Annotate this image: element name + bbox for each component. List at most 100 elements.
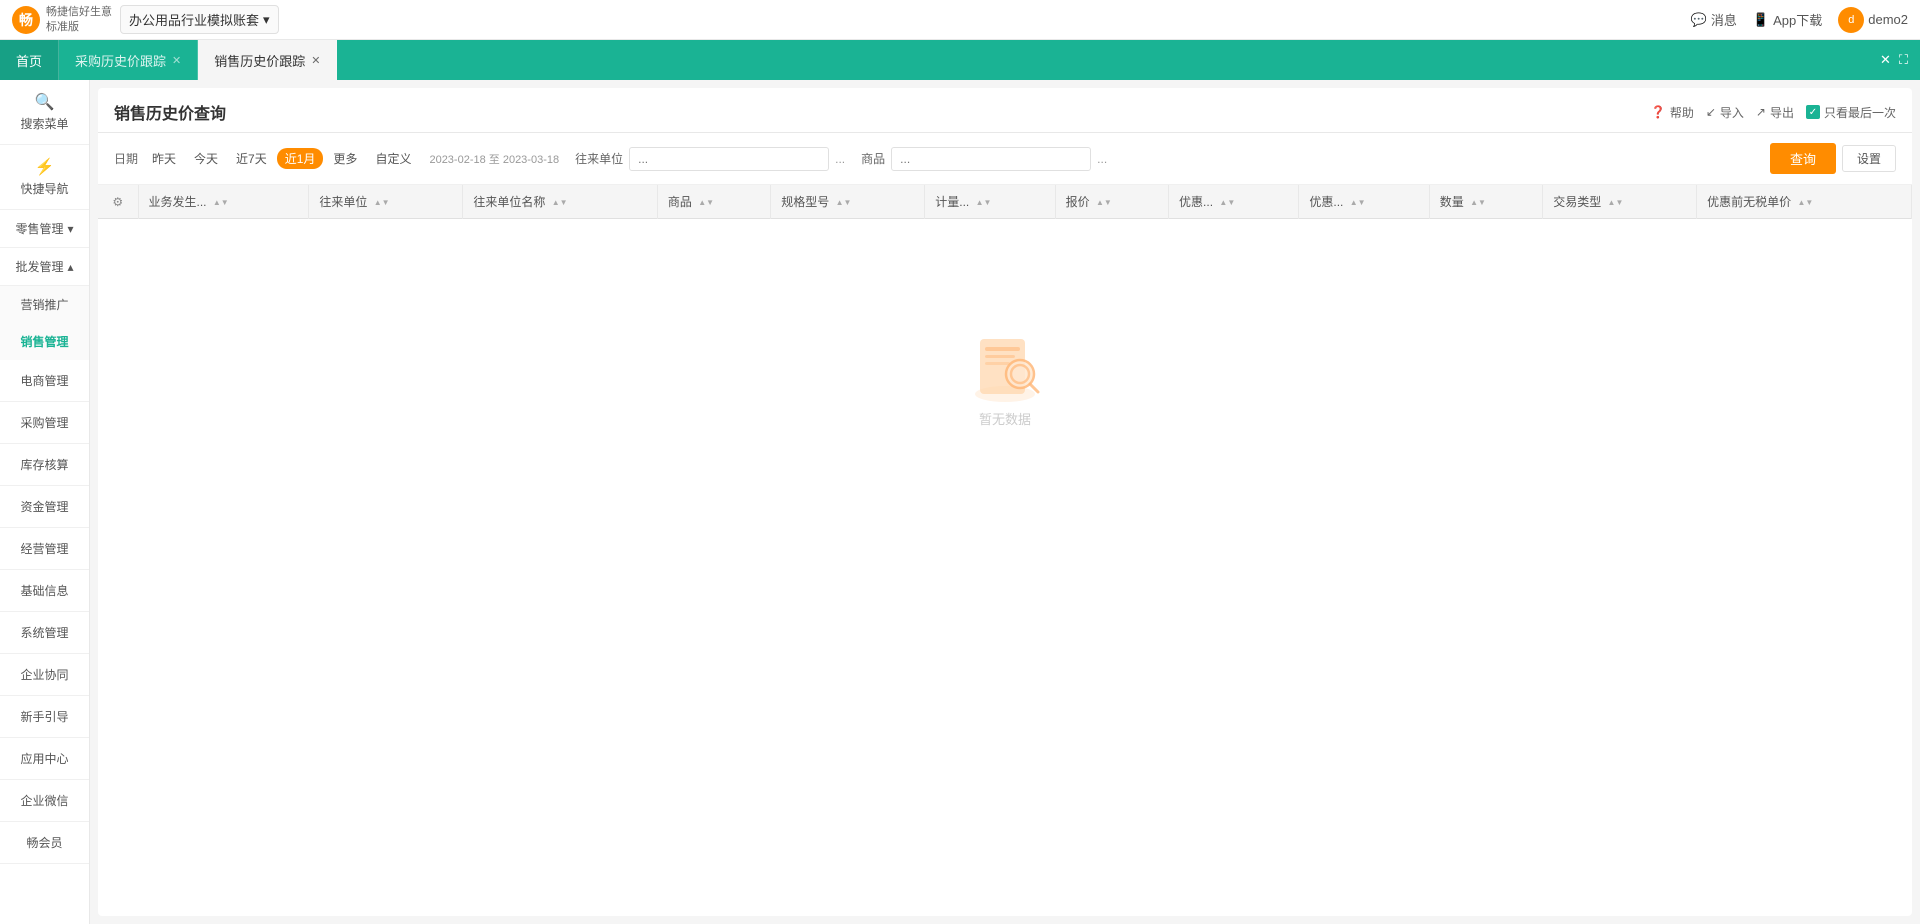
tab-sales-history-label: 销售历史价跟踪 [214, 51, 305, 70]
date-option-yesterday[interactable]: 昨天 [144, 148, 184, 169]
th-partner-name[interactable]: 往来单位名称 ▲▼ [463, 185, 658, 219]
tab-bar: 首页 采购历史价跟踪 ✕ 销售历史价跟踪 ✕ ✕ ⛶ [0, 40, 1920, 80]
th-gear[interactable]: ⚙ [98, 185, 138, 219]
avatar: d [1838, 7, 1864, 33]
quick-nav-icon: ⚡ [35, 157, 55, 177]
sort-biz-date-icon[interactable]: ▲▼ [213, 198, 229, 207]
finance-label: 资金管理 [20, 498, 68, 515]
product-input[interactable] [891, 147, 1091, 171]
sidebar-item-app-center[interactable]: 应用中心 [0, 738, 89, 780]
th-pre-tax-price[interactable]: 优惠前无税单价 ▲▼ [1697, 185, 1912, 219]
message-button[interactable]: 💬 消息 [1691, 10, 1737, 29]
tab-bar-actions: ✕ ⛶ [1868, 40, 1920, 80]
sidebar-item-search-menu[interactable]: 🔍 搜索菜单 [0, 80, 89, 145]
source-unit-ellipsis[interactable]: ... [835, 152, 845, 166]
date-option-7days[interactable]: 近7天 [228, 148, 275, 169]
tab-sales-history[interactable]: 销售历史价跟踪 ✕ [198, 40, 337, 80]
tab-purchase-history-close[interactable]: ✕ [172, 54, 181, 67]
sidebar-item-quick-nav-label: 快捷导航 [20, 180, 68, 197]
source-unit-input[interactable] [629, 147, 829, 171]
sidebar-item-purchase[interactable]: 采购管理 [0, 402, 89, 444]
date-option-today[interactable]: 今天 [186, 148, 226, 169]
sidebar-item-enterprise-wechat[interactable]: 企业微信 [0, 780, 89, 822]
retail-label: 零售管理 [15, 220, 63, 237]
query-button[interactable]: 查询 [1770, 143, 1836, 174]
sidebar-item-member[interactable]: 畅会员 [0, 822, 89, 864]
th-product[interactable]: 商品 ▲▼ [657, 185, 770, 219]
source-unit-filter-group: 往来单位 ... [575, 147, 845, 171]
sidebar-item-operations[interactable]: 经营管理 [0, 528, 89, 570]
date-option-1month[interactable]: 近1月 [277, 148, 324, 169]
th-trade-type[interactable]: 交易类型 ▲▼ [1543, 185, 1697, 219]
sidebar-item-quick-nav[interactable]: ⚡ 快捷导航 [0, 145, 89, 210]
th-partner-code[interactable]: 往来单位 ▲▼ [309, 185, 463, 219]
user-menu[interactable]: d demo2 [1838, 7, 1908, 33]
system-label: 系统管理 [20, 624, 68, 641]
sidebar-item-basic-info[interactable]: 基础信息 [0, 570, 89, 612]
inventory-label: 库存核算 [20, 456, 68, 473]
tab-sales-history-close[interactable]: ✕ [311, 54, 320, 67]
page-container: 销售历史价查询 ❓ 帮助 ↙ 导入 ↗ 导出 ✓ [98, 88, 1912, 916]
sidebar-item-retail[interactable]: 零售管理 ▾ [0, 210, 89, 248]
sidebar-item-new-guide[interactable]: 新手引导 [0, 696, 89, 738]
sales-mgmt-label: 销售管理 [20, 333, 68, 350]
sort-quantity-icon[interactable]: ▲▼ [1470, 198, 1486, 207]
sidebar-item-finance[interactable]: 资金管理 [0, 486, 89, 528]
sort-discount2-icon[interactable]: ▲▼ [1350, 198, 1366, 207]
sort-product-icon[interactable]: ▲▼ [698, 198, 714, 207]
sort-partner-code-icon[interactable]: ▲▼ [374, 198, 390, 207]
sort-quote-icon[interactable]: ▲▼ [1096, 198, 1112, 207]
tab-purchase-history-label: 采购历史价跟踪 [75, 51, 166, 70]
export-button[interactable]: ↗ 导出 [1756, 104, 1794, 121]
purchase-label: 采购管理 [20, 414, 68, 431]
close-tab-icon[interactable]: ✕ [1880, 52, 1891, 68]
th-discount1[interactable]: 优惠... ▲▼ [1169, 185, 1299, 219]
import-button[interactable]: ↙ 导入 [1706, 104, 1744, 121]
app-center-label: 应用中心 [20, 750, 68, 767]
sidebar-item-wholesale[interactable]: 批发管理 ▴ [0, 248, 89, 286]
date-options: 昨天 今天 近7天 近1月 更多 自定义 [144, 148, 419, 169]
app-download-button[interactable]: 📱 App下载 [1753, 10, 1822, 29]
logo-text: 畅捷信好生意 标准版 [46, 5, 112, 34]
fullscreen-icon[interactable]: ⛶ [1899, 52, 1908, 68]
th-spec[interactable]: 规格型号 ▲▼ [771, 185, 925, 219]
sort-trade-type-icon[interactable]: ▲▼ [1608, 198, 1624, 207]
product-label: 商品 [861, 150, 885, 167]
sort-spec-icon[interactable]: ▲▼ [836, 198, 852, 207]
sidebar-item-enterprise-collab[interactable]: 企业协同 [0, 654, 89, 696]
sort-unit-icon[interactable]: ▲▼ [976, 198, 992, 207]
setting-button[interactable]: 设置 [1842, 145, 1896, 172]
th-biz-date[interactable]: 业务发生... ▲▼ [138, 185, 309, 219]
date-filter-group: 日期 昨天 今天 近7天 近1月 更多 自定义 2023-02-18 至 202… [114, 148, 559, 169]
last-only-checkbox[interactable]: ✓ [1806, 105, 1820, 119]
empty-state: 暂无数据 [98, 219, 1912, 488]
sidebar-item-system[interactable]: 系统管理 [0, 612, 89, 654]
sort-partner-name-icon[interactable]: ▲▼ [552, 198, 568, 207]
app-selector[interactable]: 办公用品行业模拟账套 ▾ [120, 5, 279, 34]
sidebar-item-inventory[interactable]: 库存核算 [0, 444, 89, 486]
help-button[interactable]: ❓ 帮助 [1651, 104, 1694, 121]
message-icon: 💬 [1691, 12, 1707, 28]
sort-pre-tax-price-icon[interactable]: ▲▼ [1798, 198, 1814, 207]
page-header: 销售历史价查询 ❓ 帮助 ↙ 导入 ↗ 导出 ✓ [98, 88, 1912, 133]
chevron-down-icon: ▾ [263, 12, 270, 28]
gear-icon[interactable]: ⚙ [112, 195, 123, 209]
th-quote[interactable]: 报价 ▲▼ [1055, 185, 1168, 219]
th-discount2[interactable]: 优惠... ▲▼ [1299, 185, 1429, 219]
import-icon: ↙ [1706, 105, 1716, 119]
sidebar-subitem-marketing[interactable]: 营销推广 [0, 286, 89, 323]
th-quantity[interactable]: 数量 ▲▼ [1429, 185, 1542, 219]
tab-home[interactable]: 首页 [0, 40, 59, 80]
empty-text: 暂无数据 [979, 409, 1031, 428]
date-option-more[interactable]: 更多 [325, 148, 365, 169]
source-unit-label: 往来单位 [575, 150, 623, 167]
tab-purchase-history[interactable]: 采购历史价跟踪 ✕ [59, 40, 198, 80]
sidebar-item-ecommerce[interactable]: 电商管理 [0, 360, 89, 402]
sort-discount1-icon[interactable]: ▲▼ [1219, 198, 1235, 207]
th-unit[interactable]: 计量... ▲▼ [925, 185, 1055, 219]
product-ellipsis[interactable]: ... [1097, 152, 1107, 166]
content-area: 销售历史价查询 ❓ 帮助 ↙ 导入 ↗ 导出 ✓ [90, 80, 1920, 924]
retail-arrow-icon: ▾ [67, 222, 73, 236]
sidebar-subitem-sales-mgmt[interactable]: 销售管理 [0, 323, 89, 360]
date-option-custom[interactable]: 自定义 [367, 148, 419, 169]
